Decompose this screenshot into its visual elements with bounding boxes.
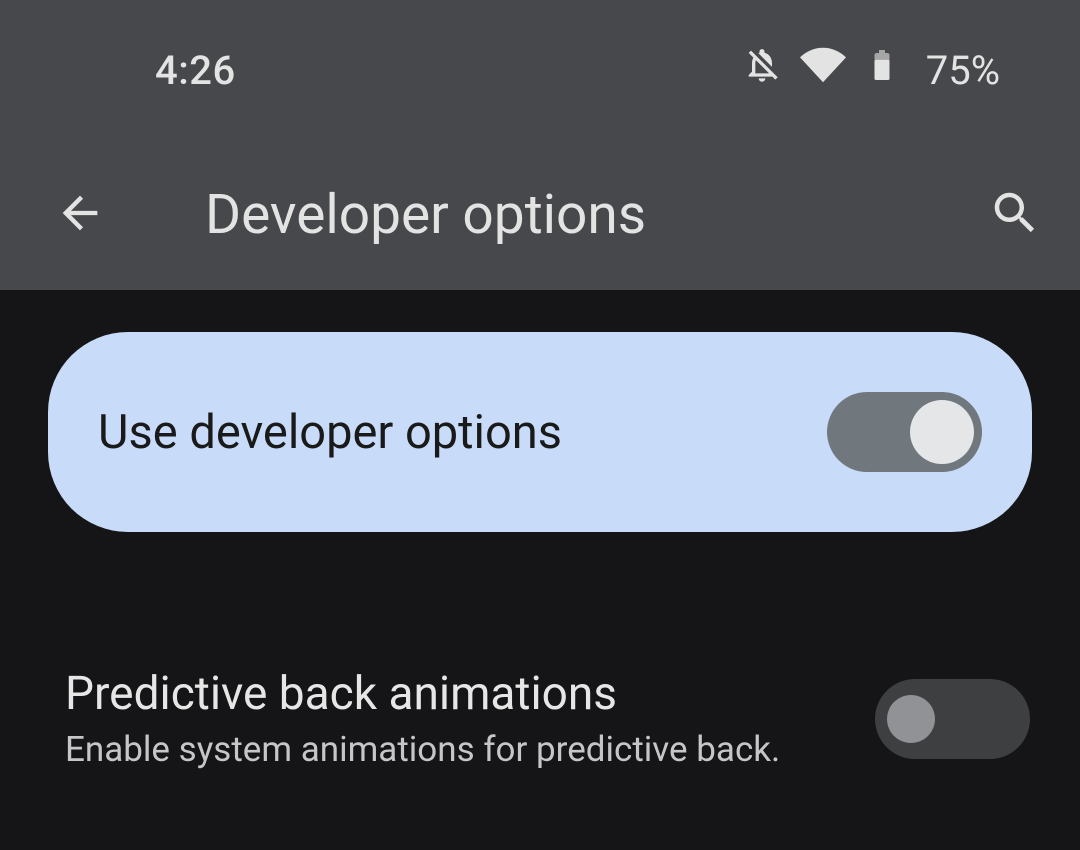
toggle-knob <box>887 695 935 743</box>
wifi-icon <box>800 42 846 98</box>
master-toggle-label: Use developer options <box>98 405 562 460</box>
toggle-knob <box>910 400 974 464</box>
page-title: Developer options <box>205 183 985 247</box>
battery-percentage: 75% <box>926 47 1000 94</box>
predictive-back-toggle-switch[interactable] <box>875 679 1030 759</box>
content-area: Use developer options Predictive back an… <box>0 290 1080 770</box>
master-toggle-switch[interactable] <box>827 392 982 472</box>
setting-text: Predictive back animations Enable system… <box>65 667 780 770</box>
status-bar-left: 4:26 <box>155 47 236 94</box>
status-bar: 4:26 75% <box>0 0 1080 140</box>
battery-icon <box>864 45 900 95</box>
master-toggle-card[interactable]: Use developer options <box>48 332 1032 532</box>
setting-subtitle: Enable system animations for predictive … <box>65 729 780 770</box>
search-button[interactable] <box>985 185 1045 245</box>
arrow-back-icon <box>54 187 106 243</box>
setting-row-predictive-back[interactable]: Predictive back animations Enable system… <box>0 667 1080 770</box>
notifications-off-icon <box>742 45 782 95</box>
status-bar-right: 75% <box>742 42 1000 98</box>
search-icon <box>988 186 1042 244</box>
app-bar: Developer options <box>0 140 1080 290</box>
setting-title: Predictive back animations <box>65 667 780 721</box>
clock: 4:26 <box>155 47 236 94</box>
back-button[interactable] <box>50 185 110 245</box>
